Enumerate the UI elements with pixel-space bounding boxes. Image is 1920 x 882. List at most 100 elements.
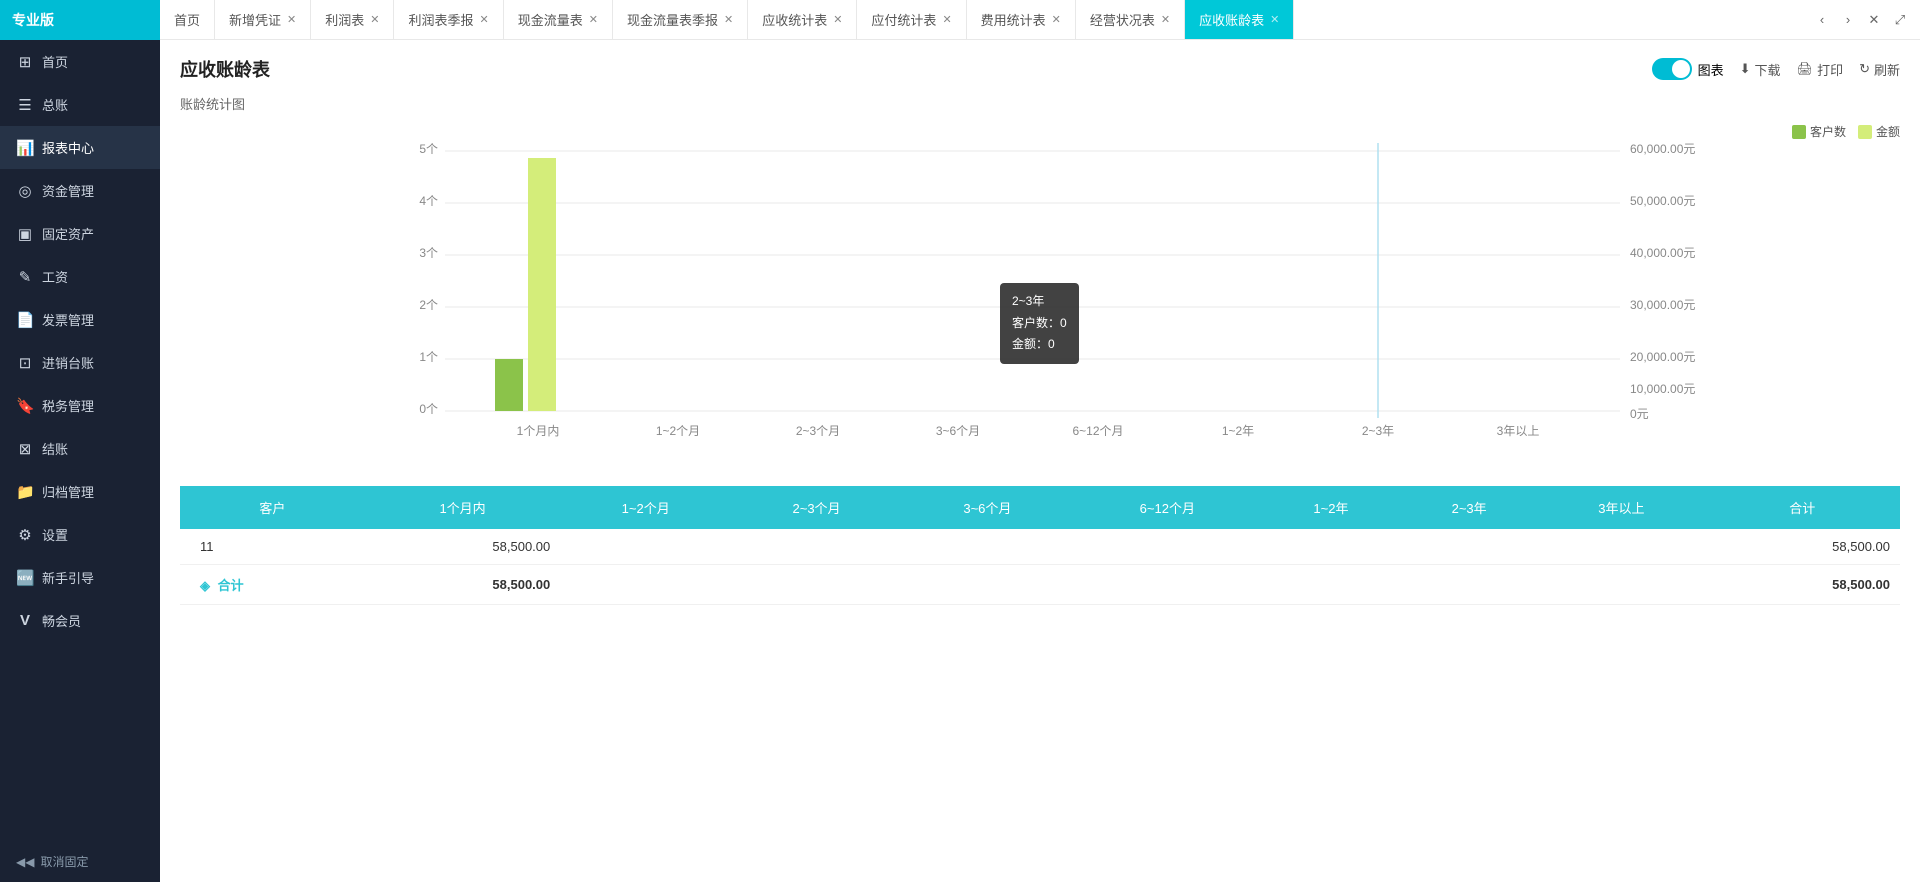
cell-year1-2: [1262, 529, 1400, 565]
tab-profit-close[interactable]: ✕: [370, 13, 379, 26]
tab-controls: ‹ › ✕ ⤢: [1802, 8, 1920, 32]
svg-text:20,000.00元: 20,000.00元: [1630, 350, 1695, 364]
total-month1: 58,500.00: [365, 565, 560, 605]
download-icon: ⬇: [1740, 61, 1751, 77]
sidebar-item-archive[interactable]: 📁 归档管理: [0, 470, 160, 513]
cell-month3-6: [902, 529, 1073, 565]
sidebar-item-label: 报表中心: [42, 138, 94, 157]
tab-home[interactable]: 首页: [160, 0, 215, 40]
sidebar-item-tax[interactable]: 🔖 税务管理: [0, 384, 160, 427]
table-header-row: 客户 1个月内 1~2个月 2~3个月 3~6个月 6~12个月 1~2年 2~…: [180, 486, 1900, 529]
chart-toggle[interactable]: [1652, 58, 1692, 80]
total-label-text: 合计: [218, 578, 244, 593]
tab-cashflow-label: 现金流量表: [518, 10, 583, 29]
funds-icon: ◎: [16, 182, 34, 200]
sidebar-item-label: 新手引导: [42, 568, 94, 587]
tab-ar-stats-close[interactable]: ✕: [833, 13, 842, 26]
svg-text:1~2年: 1~2年: [1222, 424, 1254, 438]
tab-business-status-label: 经营状况表: [1090, 10, 1155, 29]
tab-expense-stats[interactable]: 费用统计表 ✕: [967, 0, 1076, 40]
archive-icon: 📁: [16, 483, 34, 501]
tab-next-button[interactable]: ›: [1836, 8, 1860, 32]
tab-cashflow-close[interactable]: ✕: [589, 13, 598, 26]
sidebar-item-label: 总账: [42, 95, 68, 114]
tab-new-voucher-label: 新增凭证: [229, 10, 281, 29]
tab-prev-button[interactable]: ‹: [1810, 8, 1834, 32]
sidebar-item-label: 税务管理: [42, 396, 94, 415]
sidebar-item-invoice[interactable]: 📄 发票管理: [0, 298, 160, 341]
tab-ar-aging-label: 应收账龄表: [1199, 10, 1264, 29]
legend-customers-color: [1792, 125, 1806, 139]
sidebar-item-assets[interactable]: ▣ 固定资产: [0, 212, 160, 255]
table-total-row: ◈ 合计 58,500.00 58,500.00: [180, 565, 1900, 605]
cell-customer: 11: [180, 529, 365, 565]
data-table: 客户 1个月内 1~2个月 2~3个月 3~6个月 6~12个月 1~2年 2~…: [180, 486, 1900, 605]
tab-cashflow-quarterly-close[interactable]: ✕: [724, 13, 733, 26]
col-month1: 1个月内: [365, 486, 560, 529]
cell-month1: 58,500.00: [365, 529, 560, 565]
print-button[interactable]: 🖨 打印: [1797, 60, 1844, 79]
sidebar-item-label: 设置: [42, 525, 68, 544]
invoice-icon: 📄: [16, 311, 34, 329]
sidebar-item-member[interactable]: V 畅会员: [0, 599, 160, 642]
svg-text:1~2个月: 1~2个月: [656, 424, 700, 438]
tab-profit[interactable]: 利润表 ✕: [311, 0, 394, 40]
tab-ap-stats-close[interactable]: ✕: [942, 13, 951, 26]
page-title: 应收账龄表: [180, 56, 270, 82]
tab-cashflow-quarterly-label: 现金流量表季报: [627, 10, 718, 29]
legend-customers: 客户数: [1792, 123, 1846, 140]
sidebar-item-ledger[interactable]: ☰ 总账: [0, 83, 160, 126]
tab-profit-quarterly[interactable]: 利润表季报 ✕: [394, 0, 503, 40]
tab-new-voucher-close[interactable]: ✕: [287, 13, 296, 26]
sidebar-item-label: 固定资产: [42, 224, 94, 243]
chart-legend: 客户数 金额: [1792, 123, 1900, 140]
page-content: 应收账龄表 图表 ⬇ 下载 🖨 打印 ↻ 刷新: [160, 40, 1920, 882]
tab-ap-stats[interactable]: 应付统计表 ✕: [857, 0, 966, 40]
tab-cashflow-quarterly[interactable]: 现金流量表季报 ✕: [613, 0, 748, 40]
unpin-button[interactable]: ◀◀ 取消固定: [0, 841, 160, 882]
tab-expense-stats-close[interactable]: ✕: [1052, 13, 1061, 26]
tab-ar-aging-close[interactable]: ✕: [1270, 13, 1279, 26]
tab-business-status-close[interactable]: ✕: [1161, 13, 1170, 26]
sidebar-item-settle[interactable]: ⊠ 结账: [0, 427, 160, 470]
col-month2-3: 2~3个月: [731, 486, 902, 529]
download-button[interactable]: ⬇ 下载: [1740, 60, 1781, 79]
col-year1-2: 1~2年: [1262, 486, 1400, 529]
chart-title: 账龄统计图: [180, 94, 1900, 113]
salary-icon: ✎: [16, 268, 34, 286]
refresh-icon: ↻: [1859, 61, 1870, 77]
sidebar-item-funds[interactable]: ◎ 资金管理: [0, 169, 160, 212]
total-year1-2: [1262, 565, 1400, 605]
svg-text:1个: 1个: [419, 350, 438, 364]
sidebar-item-home[interactable]: ⊞ 首页: [0, 40, 160, 83]
tab-close-all-button[interactable]: ✕: [1862, 8, 1886, 32]
col-month6-12: 6~12个月: [1073, 486, 1262, 529]
col-customer: 客户: [180, 486, 365, 529]
svg-text:2~3年: 2~3年: [1362, 424, 1394, 438]
sidebar-item-guide[interactable]: 🆕 新手引导: [0, 556, 160, 599]
total-month6-12: [1073, 565, 1262, 605]
col-year3plus: 3年以上: [1538, 486, 1704, 529]
sidebar-item-purchase[interactable]: ⊡ 进销台账: [0, 341, 160, 384]
tab-new-voucher[interactable]: 新增凭证 ✕: [215, 0, 311, 40]
chart-toggle-wrap: 图表: [1652, 58, 1724, 80]
sidebar-item-salary[interactable]: ✎ 工资: [0, 255, 160, 298]
total-month3-6: [902, 565, 1073, 605]
tab-profit-quarterly-close[interactable]: ✕: [480, 13, 489, 26]
svg-text:3个: 3个: [419, 246, 438, 260]
sidebar-item-reports[interactable]: 📊 报表中心: [0, 126, 160, 169]
sidebar-item-label: 工资: [42, 267, 68, 286]
refresh-button[interactable]: ↻ 刷新: [1859, 60, 1900, 79]
tab-business-status[interactable]: 经营状况表 ✕: [1076, 0, 1185, 40]
tab-ar-stats[interactable]: 应收统计表 ✕: [748, 0, 857, 40]
main-content: 首页 新增凭证 ✕ 利润表 ✕ 利润表季报 ✕ 现金流量表 ✕ 现金流量表季报 …: [160, 0, 1920, 882]
tab-maximize-button[interactable]: ⤢: [1888, 8, 1912, 32]
sidebar: 专业版 ⊞ 首页 ☰ 总账 📊 报表中心 ◎ 资金管理 ▣ 固定资产 ✎ 工资 …: [0, 0, 160, 882]
tab-cashflow[interactable]: 现金流量表 ✕: [504, 0, 613, 40]
sidebar-logo: 专业版: [0, 0, 160, 40]
sidebar-item-settings[interactable]: ⚙ 设置: [0, 513, 160, 556]
sidebar-item-label: 资金管理: [42, 181, 94, 200]
svg-text:10,000.00元: 10,000.00元: [1630, 382, 1695, 396]
tab-ar-aging[interactable]: 应收账龄表 ✕: [1185, 0, 1294, 40]
tab-profit-label: 利润表: [325, 10, 364, 29]
